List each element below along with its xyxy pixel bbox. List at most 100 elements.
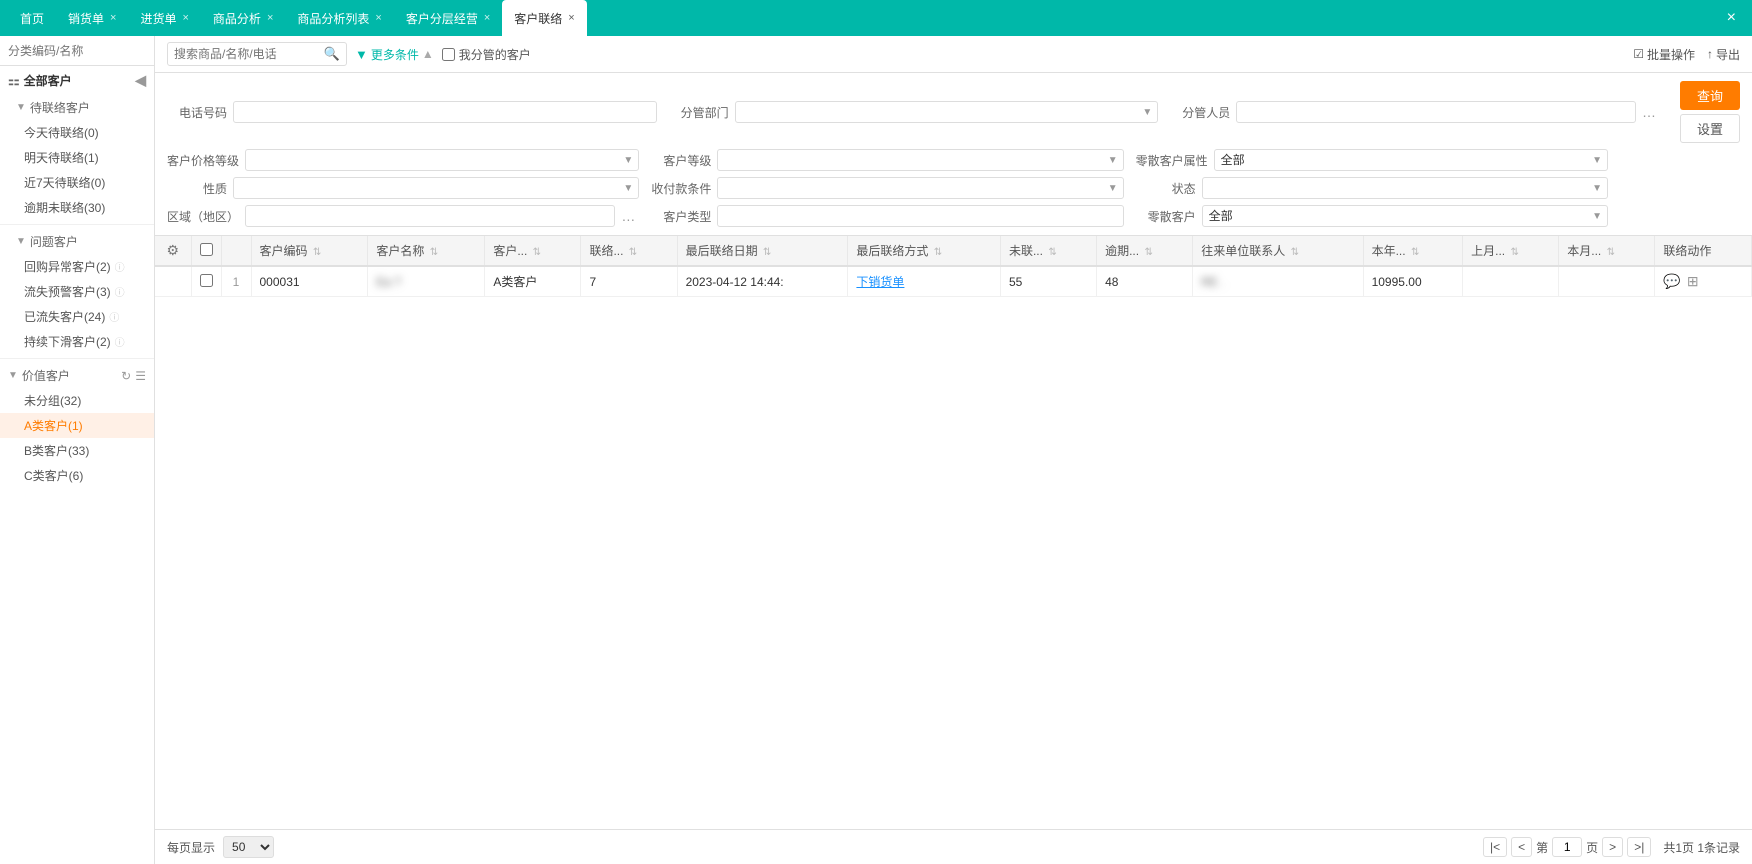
- sort-overdue[interactable]: ⇅: [1144, 247, 1152, 258]
- col-customer-name: 客户名称 ⇅: [368, 236, 485, 266]
- problem-customer-group[interactable]: ▼ 问题客户: [0, 229, 154, 254]
- main-search-input[interactable]: [174, 47, 324, 61]
- filter-customer-level-select[interactable]: [717, 149, 1123, 171]
- sidebar-item-abnormal-repurchase[interactable]: 回购异常客户(2) ⓘ: [0, 254, 154, 279]
- row-customer-type-cell: A类客户: [485, 266, 581, 297]
- sort-last-month[interactable]: ⇅: [1511, 247, 1519, 258]
- sidebar-item-churn-warning[interactable]: 流失预警客户(3) ⓘ: [0, 279, 154, 304]
- filter-region-label: 区域（地区）: [167, 208, 239, 225]
- filter-nature-select[interactable]: [233, 177, 639, 199]
- sort-unit-contact[interactable]: ⇅: [1291, 247, 1299, 258]
- close-all-tabs[interactable]: ×: [1719, 9, 1744, 27]
- filter-region-input[interactable]: [245, 205, 615, 227]
- help-icon-4[interactable]: ⓘ: [115, 334, 125, 349]
- select-all-checkbox[interactable]: [200, 243, 213, 256]
- qrcode-action-icon[interactable]: ⊞: [1687, 273, 1699, 290]
- col-customer-code: 客户编码 ⇅: [251, 236, 368, 266]
- filter-dept-select[interactable]: [735, 101, 1159, 123]
- close-customer-segmentation[interactable]: ×: [484, 12, 490, 24]
- nav-purchase-order[interactable]: 进货单 ×: [128, 0, 200, 36]
- value-triangle: ▼: [8, 370, 18, 381]
- sidebar-item-class-b[interactable]: B类客户(33): [0, 438, 154, 463]
- filter-row-4: 区域（地区） … 客户类型 零散客户 全部 ▼: [167, 205, 1740, 227]
- chat-action-icon[interactable]: 💬: [1663, 273, 1680, 290]
- value-customer-group[interactable]: ▼ 价值客户 ↻ ☰: [0, 363, 154, 388]
- close-purchase-order[interactable]: ×: [182, 12, 188, 24]
- filter-retail-attr-select[interactable]: 全部: [1214, 149, 1608, 171]
- export-btn[interactable]: ↑ 导出: [1707, 46, 1740, 63]
- row-this-year-cell: 10995.00: [1363, 266, 1463, 297]
- all-customers-header[interactable]: ⚏ 全部客户 ◀: [0, 66, 154, 95]
- settings-button[interactable]: 设置: [1680, 114, 1740, 143]
- pagination: |< < 第 页 > >| 共1页 1条记录: [1483, 837, 1740, 857]
- sidebar-item-tomorrow-contact[interactable]: 明天待联络(1): [0, 145, 154, 170]
- nav-home[interactable]: 首页: [8, 0, 56, 36]
- sidebar-item-overdue-contact[interactable]: 逾期未联络(30): [0, 195, 154, 220]
- per-page-select[interactable]: 50 100 200: [223, 836, 274, 858]
- filter-retail-customer-wrap: 全部 ▼: [1202, 205, 1608, 227]
- filter-status-select[interactable]: [1202, 177, 1608, 199]
- filter-person-more[interactable]: …: [1638, 104, 1660, 120]
- more-filter-btn[interactable]: ▼ 更多条件 ▲: [355, 46, 434, 63]
- value-customer-refresh[interactable]: ↻: [121, 369, 131, 383]
- sidebar-collapse-btn[interactable]: ◀: [135, 72, 146, 89]
- close-sales-order[interactable]: ×: [110, 12, 116, 24]
- filter-retail-customer-select[interactable]: 全部: [1202, 205, 1608, 227]
- sidebar-item-7days-contact[interactable]: 近7天待联络(0): [0, 170, 154, 195]
- sort-last-contact-date[interactable]: ⇅: [763, 247, 771, 258]
- close-customer-contact[interactable]: ×: [568, 12, 574, 24]
- col-unit-contact: 往来单位联系人 ⇅: [1193, 236, 1363, 266]
- main-search-icon[interactable]: 🔍: [324, 46, 340, 62]
- sidebar-divider-1: [0, 224, 154, 225]
- query-button[interactable]: 查询: [1680, 81, 1740, 110]
- sort-this-month[interactable]: ⇅: [1607, 247, 1615, 258]
- sidebar-search-input[interactable]: [8, 44, 155, 58]
- help-icon-2[interactable]: ⓘ: [115, 284, 125, 299]
- first-page-btn[interactable]: |<: [1483, 837, 1507, 857]
- sort-last-contact-method[interactable]: ⇅: [934, 247, 942, 258]
- filter-payment-select[interactable]: [717, 177, 1123, 199]
- nav-product-analysis[interactable]: 商品分析 ×: [201, 0, 285, 36]
- filter-phone-input[interactable]: [233, 101, 657, 123]
- sort-customer-type[interactable]: ⇅: [533, 247, 541, 258]
- filter-person-input[interactable]: [1236, 101, 1636, 123]
- close-product-analysis-list[interactable]: ×: [375, 12, 381, 24]
- sidebar-item-unclassified[interactable]: 未分组(32): [0, 388, 154, 413]
- nav-product-analysis-list[interactable]: 商品分析列表 ×: [285, 0, 393, 36]
- batch-action-btn[interactable]: ☑ 批量操作: [1633, 46, 1695, 63]
- row-customer-code-cell: 000031: [251, 266, 368, 297]
- sidebar-item-declining[interactable]: 持续下滑客户(2) ⓘ: [0, 329, 154, 354]
- row-checkbox[interactable]: [200, 274, 213, 287]
- filter-status: 状态 ▼: [1136, 177, 1608, 199]
- last-page-btn[interactable]: >|: [1627, 837, 1651, 857]
- pending-contact-group[interactable]: ▼ 待联络客户: [0, 95, 154, 120]
- col-select-all: [191, 236, 221, 266]
- col-no-contact: 未联... ⇅: [1000, 236, 1096, 266]
- filter-customer-type-input[interactable]: [717, 205, 1123, 227]
- help-icon-1[interactable]: ⓘ: [115, 259, 125, 274]
- sort-no-contact[interactable]: ⇅: [1048, 247, 1056, 258]
- page-input[interactable]: [1552, 837, 1582, 857]
- table-gear-icon[interactable]: ⚙: [166, 242, 179, 258]
- value-customer-edit[interactable]: ☰: [135, 369, 146, 383]
- close-product-analysis[interactable]: ×: [267, 12, 273, 24]
- my-customer-check[interactable]: 我分管的客户: [442, 46, 531, 63]
- sort-customer-name[interactable]: ⇅: [430, 247, 438, 258]
- sort-contact-count[interactable]: ⇅: [629, 247, 637, 258]
- filter-price-level-select[interactable]: [245, 149, 639, 171]
- sort-customer-code[interactable]: ⇅: [313, 247, 321, 258]
- sidebar-item-class-a[interactable]: A类客户(1): [0, 413, 154, 438]
- nav-sales-order[interactable]: 销货单 ×: [56, 0, 128, 36]
- sidebar-item-today-contact[interactable]: 今天待联络(0): [0, 120, 154, 145]
- my-customer-checkbox[interactable]: [442, 48, 455, 61]
- filter-payment-label: 收付款条件: [651, 180, 711, 197]
- sidebar-item-churned[interactable]: 已流失客户(24) ⓘ: [0, 304, 154, 329]
- help-icon-3[interactable]: ⓘ: [109, 309, 119, 324]
- nav-customer-contact[interactable]: 客户联络 ×: [502, 0, 586, 36]
- prev-page-btn[interactable]: <: [1511, 837, 1532, 857]
- nav-customer-segmentation[interactable]: 客户分层经营 ×: [394, 0, 502, 36]
- next-page-btn[interactable]: >: [1602, 837, 1623, 857]
- sidebar-item-class-c[interactable]: C类客户(6): [0, 463, 154, 488]
- sort-this-year[interactable]: ⇅: [1411, 247, 1419, 258]
- filter-region-more[interactable]: …: [617, 208, 639, 224]
